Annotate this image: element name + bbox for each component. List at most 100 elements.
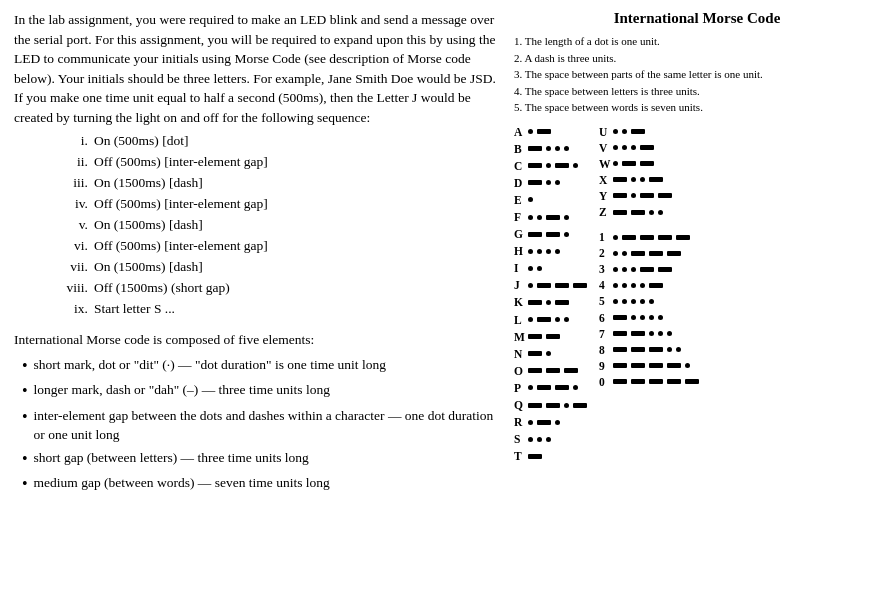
morse-letter-label: 9 <box>599 358 611 374</box>
morse-dash <box>537 283 551 288</box>
morse-symbols <box>528 215 569 220</box>
morse-dot <box>640 177 645 182</box>
morse-dot <box>528 283 533 288</box>
morse-letter-label: 5 <box>599 293 611 309</box>
morse-dash <box>640 193 654 198</box>
morse-row: O <box>514 363 587 379</box>
sequence-text: On (1500ms) [dash] <box>94 215 203 236</box>
morse-symbols <box>528 403 587 408</box>
morse-dash <box>528 180 542 185</box>
morse-row: K <box>514 294 587 310</box>
morse-letter-label: 0 <box>599 374 611 390</box>
morse-dash <box>631 210 645 215</box>
morse-symbols <box>528 300 569 305</box>
morse-letter-label: 4 <box>599 277 611 293</box>
morse-symbols <box>613 331 672 336</box>
morse-symbols <box>528 334 560 339</box>
morse-dot <box>622 145 627 150</box>
sequence-text: On (1500ms) [dash] <box>94 257 203 278</box>
morse-row: I <box>514 260 587 276</box>
morse-dot <box>658 315 663 320</box>
morse-row: P <box>514 380 587 396</box>
morse-dash <box>622 235 636 240</box>
morse-symbols <box>528 385 578 390</box>
morse-dot <box>546 146 551 151</box>
morse-letter-label: 3 <box>599 261 611 277</box>
morse-dash <box>528 403 542 408</box>
morse-dot <box>546 180 551 185</box>
morse-dash <box>537 420 551 425</box>
morse-dot <box>555 146 560 151</box>
morse-symbols <box>528 163 578 168</box>
morse-row: 7 <box>599 326 699 342</box>
element-text: short mark, dot or "dit" (·) — "dot dura… <box>34 355 386 377</box>
sequence-item: ii.Off (500ms) [inter-element gap] <box>54 152 504 173</box>
morse-symbols <box>613 251 681 256</box>
morse-dot <box>537 437 542 442</box>
morse-dot <box>667 347 672 352</box>
morse-dot <box>555 249 560 254</box>
sequence-text: Start letter S ... <box>94 299 175 320</box>
morse-symbols <box>613 210 663 215</box>
element-text: short gap (between letters) — three time… <box>34 448 309 470</box>
morse-row: 8 <box>599 342 699 358</box>
morse-symbols <box>613 177 663 182</box>
morse-dash <box>649 283 663 288</box>
morse-dot <box>528 129 533 134</box>
morse-dash <box>564 368 578 373</box>
morse-rule: The space between parts of the same lett… <box>514 66 880 83</box>
morse-dash <box>640 161 654 166</box>
morse-dot <box>555 317 560 322</box>
morse-dash <box>649 379 663 384</box>
morse-symbols <box>528 232 569 237</box>
morse-row: N <box>514 346 587 362</box>
morse-dash <box>685 379 699 384</box>
morse-row: A <box>514 124 587 140</box>
morse-row: B <box>514 141 587 157</box>
sequence-item: vi.Off (500ms) [inter-element gap] <box>54 236 504 257</box>
morse-letter-label: X <box>599 172 611 188</box>
morse-col-right: UVWXYZ 1234567890 <box>599 124 699 465</box>
element-text: longer mark, dash or "dah" (–) — three t… <box>34 380 330 402</box>
morse-letter-label: 7 <box>599 326 611 342</box>
sequence-item: viii.Off (1500ms) (short gap) <box>54 278 504 299</box>
morse-symbols <box>613 145 654 150</box>
element-text: medium gap (between words) — seven time … <box>34 473 330 495</box>
morse-dash <box>667 363 681 368</box>
morse-dot <box>564 317 569 322</box>
morse-dash <box>667 379 681 384</box>
sequence-item: ix.Start letter S ... <box>54 299 504 320</box>
morse-dash <box>613 210 627 215</box>
morse-dot <box>528 385 533 390</box>
morse-symbols <box>613 129 645 134</box>
sequence-list: i.On (500ms) [dot]ii.Off (500ms) [inter-… <box>54 131 504 319</box>
morse-row: C <box>514 158 587 174</box>
elements-intro: International Morse code is composed of … <box>14 330 504 350</box>
morse-dot <box>622 267 627 272</box>
morse-row: 1 <box>599 229 699 245</box>
morse-letter-label: 1 <box>599 229 611 245</box>
sequence-item: vii.On (1500ms) [dash] <box>54 257 504 278</box>
morse-symbols <box>613 161 654 166</box>
morse-dot <box>685 363 690 368</box>
morse-symbols <box>528 197 533 202</box>
morse-dash <box>528 232 542 237</box>
morse-dash <box>613 331 627 336</box>
morse-dot <box>631 267 636 272</box>
morse-rule: The space between letters is three units… <box>514 83 880 100</box>
morse-dash <box>649 177 663 182</box>
sequence-text: On (500ms) [dot] <box>94 131 189 152</box>
morse-dot <box>649 210 654 215</box>
morse-row: J <box>514 277 587 293</box>
morse-letter-label: S <box>514 431 526 447</box>
morse-letter-label: U <box>599 124 611 140</box>
morse-dot <box>528 437 533 442</box>
morse-dash <box>631 363 645 368</box>
morse-dash <box>613 193 627 198</box>
morse-rule: The space between words is seven units. <box>514 99 880 116</box>
morse-row: M <box>514 329 587 345</box>
sequence-num: v. <box>54 215 88 236</box>
morse-dash <box>613 363 627 368</box>
morse-dot <box>555 420 560 425</box>
morse-dot <box>564 146 569 151</box>
